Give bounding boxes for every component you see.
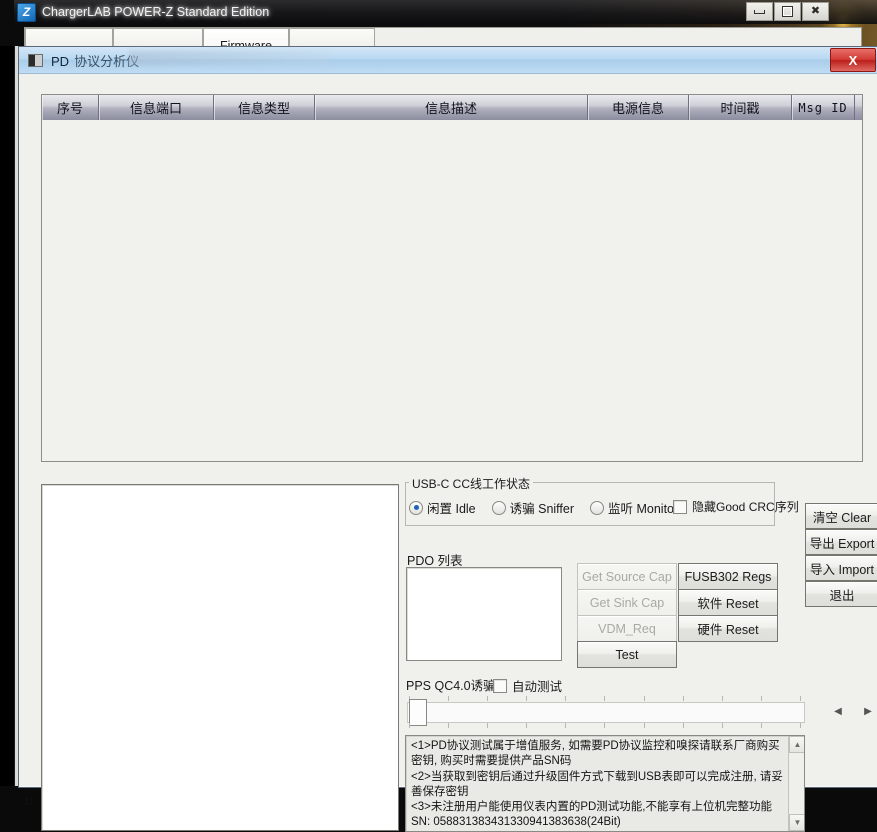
pd-analyzer-dialog: PD 协议分析仪 X 序号 信息端口 信息类型 信息描述 电源信息 时间戳 Msg ID U… — [18, 46, 877, 832]
slider-tick — [565, 696, 567, 701]
slider-tick — [487, 723, 489, 728]
window-controls: ✖ — [746, 2, 829, 21]
background-window-label: D — [25, 796, 33, 808]
cc-mode-label: 监听 Monitor — [608, 502, 679, 516]
info-scrollbar[interactable]: ▲ ▼ — [788, 736, 804, 831]
minimize-button[interactable] — [746, 2, 773, 21]
slider-tick — [760, 723, 762, 728]
auto-test-label: 自动测试 — [512, 680, 563, 694]
button-reset[interactable]: 软件 Reset — [678, 589, 778, 616]
button-get-source-cap: Get Source Cap — [577, 563, 677, 590]
maximize-icon — [782, 6, 793, 17]
scroll-down-icon[interactable]: ▼ — [789, 814, 804, 831]
radio-icon — [491, 500, 506, 515]
slider-ticks-top — [409, 696, 801, 701]
slider-tick — [643, 723, 645, 728]
slider-tick — [721, 723, 723, 728]
slider-tick — [760, 696, 762, 701]
auto-test-checkbox[interactable]: 自动测试 — [493, 676, 562, 695]
slider-tick — [721, 696, 723, 701]
close-button[interactable]: ✖ — [802, 2, 829, 21]
slider-tick — [799, 723, 801, 728]
pd-dialog-client-area: 序号 信息端口 信息类型 信息描述 电源信息 时间戳 Msg ID USB-C CC线工作状… — [19, 74, 877, 832]
button-test[interactable]: Test — [577, 641, 677, 668]
cc-mode-option-0[interactable]: 闲置 Idle — [409, 498, 476, 517]
button-side-1[interactable]: 导出 Export — [805, 529, 877, 555]
pdo-list[interactable] — [406, 567, 562, 661]
slider-tick — [487, 696, 489, 701]
slider-tick — [604, 723, 606, 728]
slider-tick — [643, 696, 645, 701]
message-detail-panel[interactable] — [41, 484, 399, 831]
z-logo-icon: Z — [17, 2, 36, 22]
pd-dialog-close-button[interactable]: X — [830, 48, 876, 72]
hide-good-crc-label: 隐藏Good CRC序列 — [692, 500, 799, 514]
close-icon: ✖ — [810, 5, 821, 17]
slider-tick — [448, 696, 450, 701]
title-bar-highlight — [129, 51, 329, 65]
app-title: ChargerLAB POWER-Z Standard Edition — [42, 5, 270, 19]
slider-tick — [526, 696, 528, 701]
slider-groove — [407, 702, 805, 723]
pd-dialog-title: PD 协议分析仪 — [51, 51, 139, 70]
radio-icon — [590, 500, 605, 515]
pd-dialog-title-bar[interactable]: PD 协议分析仪 X — [19, 47, 877, 74]
cc-status-legend: USB-C CC线工作状态 — [409, 475, 534, 492]
button-side-0[interactable]: 清空 Clear — [805, 503, 877, 529]
checkbox-icon — [673, 499, 687, 514]
slider-thumb[interactable] — [409, 699, 427, 726]
cc-mode-label: 闲置 Idle — [427, 502, 476, 516]
pps-slider[interactable] — [407, 696, 805, 728]
slider-tick — [604, 696, 606, 701]
arrow-right-icon[interactable]: ▶ — [857, 702, 877, 721]
checkbox-icon — [493, 678, 507, 693]
slider-tick — [799, 696, 801, 701]
button-vdm-req: VDM_Req — [577, 615, 677, 642]
slider-tick — [448, 723, 450, 728]
column-header-2[interactable]: 信息类型 — [214, 95, 315, 120]
button-get-sink-cap: Get Sink Cap — [577, 589, 677, 616]
window-restore-icon — [28, 53, 43, 67]
slider-tick — [409, 723, 410, 728]
message-list-rows[interactable] — [42, 120, 862, 461]
button-fusb302-regs[interactable]: FUSB302 Regs — [678, 563, 778, 590]
radio-icon — [409, 500, 423, 515]
button-side-2[interactable]: 导入 Import — [805, 555, 877, 581]
button-side-3[interactable]: 退出 — [805, 581, 877, 607]
app-title-bar[interactable]: Z ChargerLAB POWER-Z Standard Edition ✖ — [14, 0, 877, 24]
slider-tick — [526, 723, 528, 728]
column-header-0[interactable]: 序号 — [42, 95, 99, 120]
cc-mode-option-1[interactable]: 诱骗 Sniffer — [491, 498, 575, 517]
scroll-up-icon[interactable]: ▲ — [789, 736, 804, 753]
slider-tick — [682, 696, 684, 701]
arrow-left-icon[interactable]: ◀ — [827, 702, 849, 721]
button-reset[interactable]: 硬件 Reset — [678, 615, 778, 642]
hide-good-crc-checkbox[interactable]: 隐藏Good CRC序列 — [673, 498, 799, 515]
column-header-3[interactable]: 信息描述 — [315, 95, 588, 120]
slider-tick — [565, 723, 567, 728]
cc-mode-label: 诱骗 Sniffer — [509, 502, 575, 516]
info-text-box[interactable]: <1>PD协议测试属于增值服务, 如需要PD协议监控和嗅探请联系厂商购买密钥, … — [405, 735, 805, 832]
pd-dialog-title-en: PD — [51, 53, 70, 69]
message-list-header: 序号 信息端口 信息类型 信息描述 电源信息 时间戳 Msg ID — [42, 95, 862, 121]
pps-label: PPS QC4.0诱骗 — [406, 679, 496, 693]
maximize-button[interactable] — [774, 2, 801, 21]
slider-ticks-bottom — [409, 723, 801, 728]
column-header-1[interactable]: 信息端口 — [99, 95, 214, 120]
column-header-5[interactable]: 时间戳 — [689, 95, 792, 120]
column-header-4[interactable]: 电源信息 — [588, 95, 689, 120]
cc-mode-radio-group[interactable]: 闲置 Idle 诱骗 Sniffer 监听 Monitor — [409, 498, 678, 517]
message-list[interactable]: 序号 信息端口 信息类型 信息描述 电源信息 时间戳 Msg ID — [41, 94, 863, 462]
info-text: <1>PD协议测试属于增值服务, 如需要PD协议监控和嗅探请联系厂商购买密钥, … — [411, 740, 783, 829]
column-header-6[interactable]: Msg ID — [792, 95, 855, 120]
slider-tick — [682, 723, 684, 728]
cc-mode-option-2[interactable]: 监听 Monitor — [590, 498, 678, 517]
minimize-icon — [754, 9, 765, 14]
